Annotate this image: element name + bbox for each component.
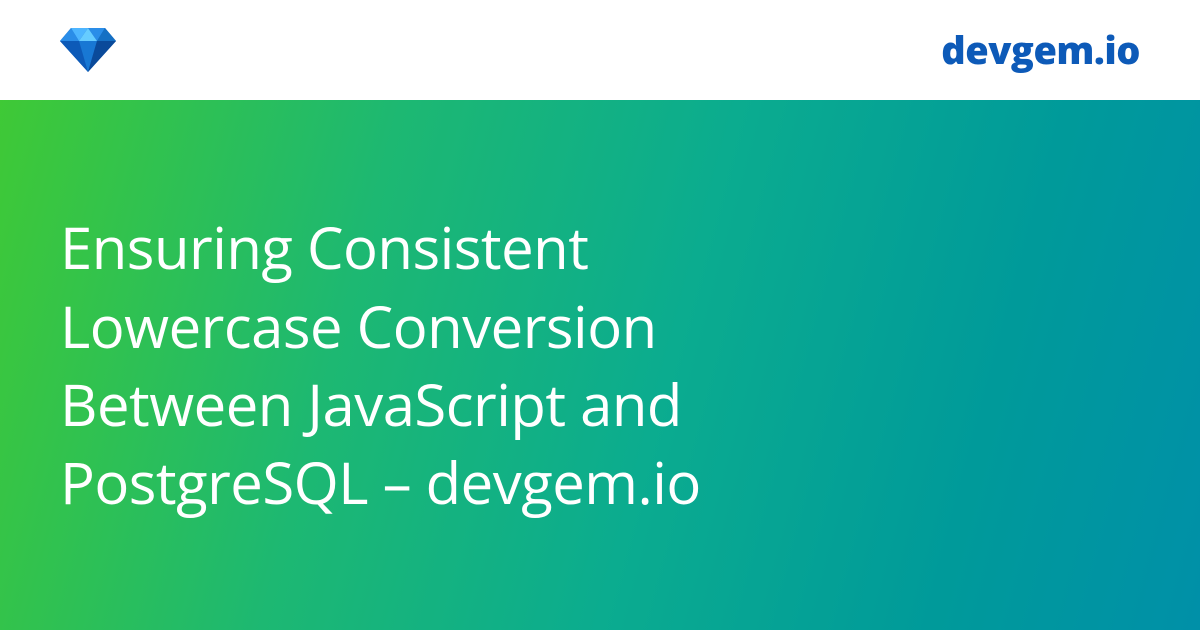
gem-icon <box>60 22 116 78</box>
page-title: Ensuring Consistent Lowercase Conversion… <box>60 208 820 521</box>
brand-label: devgem.io <box>941 24 1140 76</box>
hero-section: Ensuring Consistent Lowercase Conversion… <box>0 100 1200 630</box>
header-bar: devgem.io <box>0 0 1200 100</box>
